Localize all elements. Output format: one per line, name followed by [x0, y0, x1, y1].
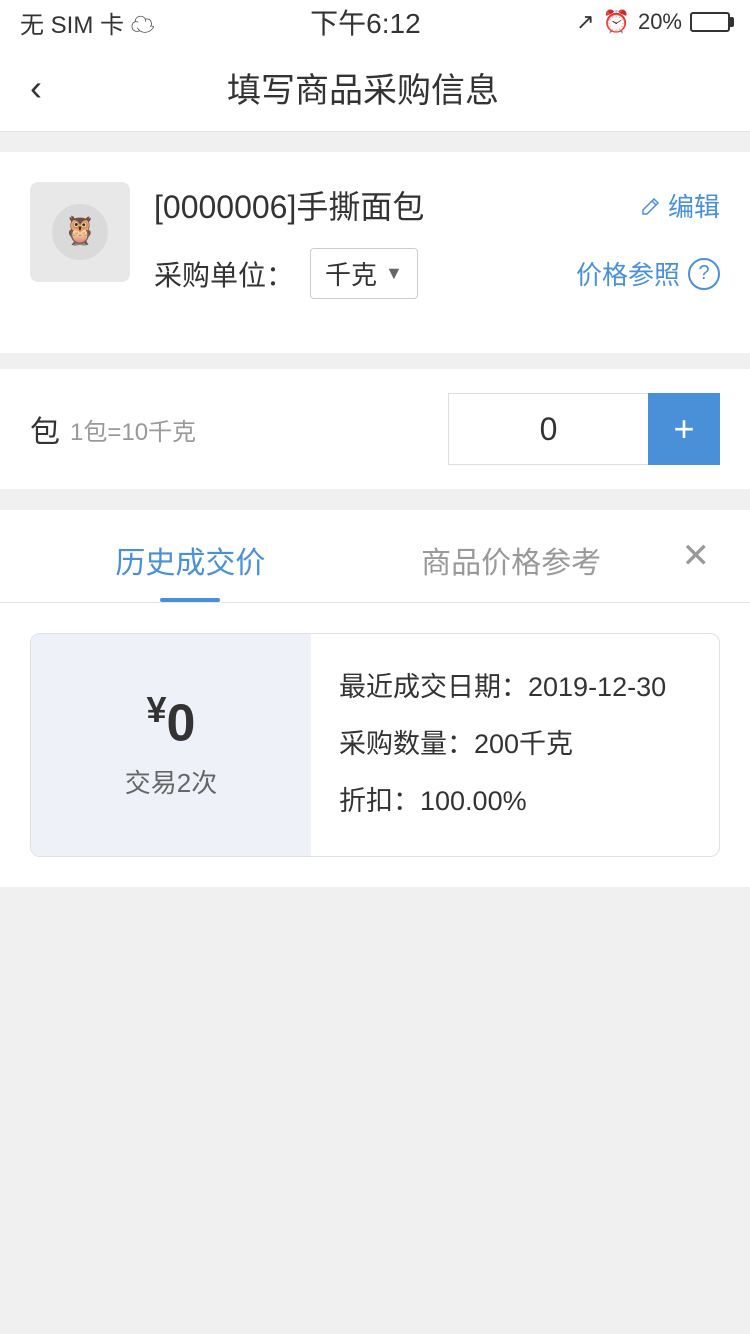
transaction-price-col: ¥0 交易2次 [31, 634, 311, 856]
quantity-plus-button[interactable]: + [648, 393, 720, 465]
status-bar: 无 SIM 卡 ☁ 下午6:12 ↗ ⏰ 20% [0, 0, 750, 44]
status-right: ↗ ⏰ 20% [576, 9, 730, 35]
tab-history-price[interactable]: 历史成交价 [30, 510, 351, 602]
status-left: 无 SIM 卡 ☁ [20, 5, 155, 40]
trade-count: 交易2次 [125, 763, 217, 800]
back-button[interactable]: ‹ [30, 67, 42, 109]
battery-icon [690, 12, 730, 32]
quantity-input[interactable] [448, 393, 648, 465]
product-image-icon: 🦉 [50, 202, 110, 262]
svg-text:🦉: 🦉 [63, 215, 98, 247]
purchase-unit-label: 采购单位： [154, 254, 294, 294]
tab-bar: 历史成交价 商品价格参考 ✕ [0, 510, 750, 603]
status-time: 下午6:12 [310, 2, 421, 42]
quantity-unit-label: 包 [30, 407, 60, 451]
tab-content-history: ¥0 交易2次 最近成交日期：2019-12-30 采购数量：200千克 折扣：… [0, 603, 750, 887]
no-sim-text: 无 SIM 卡 ☁ [20, 5, 155, 40]
product-image: 🦉 [30, 182, 130, 282]
discount-row: 折扣：100.00% [339, 780, 691, 823]
product-name: [0000006]手撕面包 [154, 182, 424, 228]
tab-close-button[interactable]: ✕ [672, 526, 721, 586]
product-info: [0000006]手撕面包 编辑 采购单位： 千克 ▼ [154, 182, 720, 299]
purchase-unit-group: 采购单位： 千克 ▼ [154, 248, 418, 299]
unit-select[interactable]: 千克 ▼ [310, 248, 418, 299]
purchase-qty-label: 采购数量： [339, 729, 474, 759]
discount-label: 折扣： [339, 786, 420, 816]
nav-bar: ‹ 填写商品采购信息 [0, 44, 750, 132]
quantity-row: 包 1包=10千克 + [0, 369, 750, 490]
transaction-price: ¥0 [147, 689, 196, 753]
quantity-input-wrap: + [448, 393, 720, 465]
edit-icon [640, 194, 662, 216]
product-name-row: [0000006]手撕面包 编辑 [154, 182, 720, 228]
section-divider [0, 353, 750, 369]
edit-button[interactable]: 编辑 [640, 187, 720, 224]
price-ref-info-icon: ? [688, 258, 720, 290]
alarm-icon: ⏰ [603, 9, 630, 35]
product-section: 🦉 [0000006]手撕面包 编辑 采购单位： 千克 [0, 152, 750, 353]
tab-history-price-label: 历史成交价 [115, 547, 265, 580]
tab-product-price-ref[interactable]: 商品价格参考 [351, 510, 672, 602]
unit-value: 千克 [325, 255, 377, 292]
edit-label: 编辑 [668, 187, 720, 224]
price-value: 0 [167, 694, 196, 752]
transaction-detail-col: 最近成交日期：2019-12-30 采购数量：200千克 折扣：100.00% [311, 634, 719, 856]
price-reference-button[interactable]: 价格参照 ? [576, 255, 720, 292]
page-title: 填写商品采购信息 [62, 63, 664, 112]
product-header: 🦉 [0000006]手撕面包 编辑 采购单位： 千克 [30, 182, 720, 299]
unit-select-arrow-icon: ▼ [385, 263, 403, 284]
recent-date-label: 最近成交日期： [339, 672, 528, 702]
tab-section: 历史成交价 商品价格参考 ✕ ¥0 交易2次 最近成交日期：2019-12-30… [0, 510, 750, 887]
recent-date-value: 2019-12-30 [528, 672, 666, 702]
quantity-unit-desc: 1包=10千克 [70, 412, 448, 447]
recent-date-row: 最近成交日期：2019-12-30 [339, 666, 691, 709]
battery-percent: 20% [638, 9, 682, 35]
transaction-card: ¥0 交易2次 最近成交日期：2019-12-30 采购数量：200千克 折扣：… [30, 633, 720, 857]
purchase-qty-value: 200千克 [474, 729, 573, 759]
location-icon: ↗ [576, 9, 594, 35]
price-ref-label: 价格参照 [576, 255, 680, 292]
tab-product-price-ref-label: 商品价格参考 [421, 547, 601, 580]
currency-symbol: ¥ [147, 689, 167, 730]
purchase-qty-row: 采购数量：200千克 [339, 723, 691, 766]
purchase-unit-row: 采购单位： 千克 ▼ 价格参照 ? [154, 248, 720, 299]
discount-value: 100.00% [420, 786, 527, 816]
